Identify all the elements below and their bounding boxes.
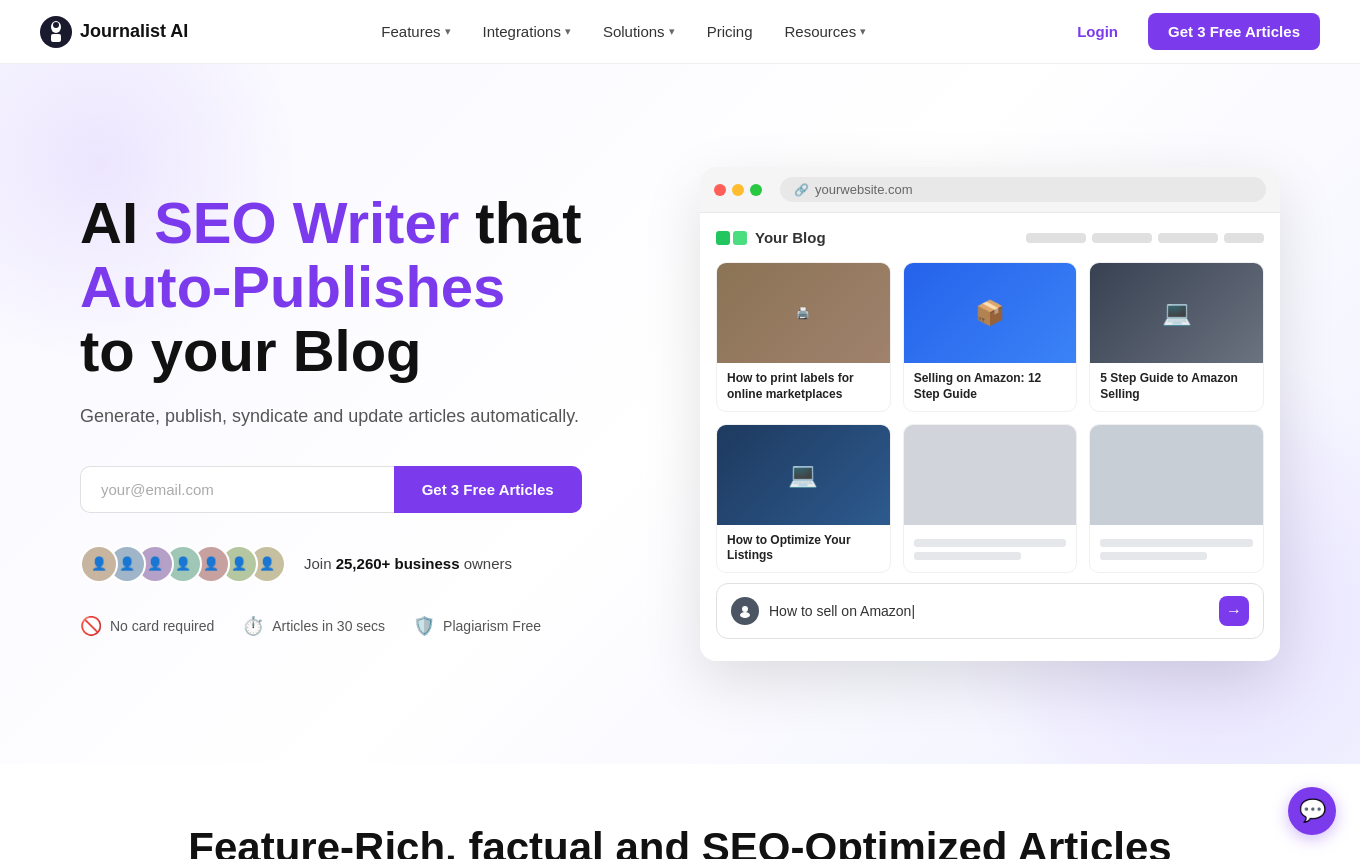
blog-card-image: 💻 xyxy=(1090,263,1263,363)
blog-card-image: 🖨️ xyxy=(717,263,890,363)
avatars: 👤 👤 👤 👤 👤 👤 👤 xyxy=(80,545,276,583)
logo[interactable]: Journalist AI xyxy=(40,16,188,48)
logo-square-2 xyxy=(733,231,747,245)
hero-illustration: 🔗 yourwebsite.com Your Blog xyxy=(700,167,1280,660)
blog-card-image: 💻 xyxy=(717,425,890,525)
nav-item-integrations[interactable]: Integrations ▾ xyxy=(469,15,585,48)
chat-avatar xyxy=(731,597,759,625)
hero-cta-button[interactable]: Get 3 Free Articles xyxy=(394,466,582,513)
badge-articles: ⏱️ Articles in 30 secs xyxy=(242,615,385,637)
browser-chrome: 🔗 yourwebsite.com xyxy=(700,167,1280,213)
chevron-down-icon: ▾ xyxy=(669,25,675,38)
avatar: 👤 xyxy=(80,545,118,583)
blog-card-body xyxy=(904,525,1077,568)
nav-pill xyxy=(1026,233,1086,243)
hero-section: AI SEO Writer that Auto-Publishes to you… xyxy=(0,64,1360,764)
blog-card-placeholder xyxy=(1100,552,1207,560)
svg-point-4 xyxy=(742,606,748,612)
blog-card xyxy=(1089,424,1264,573)
nav-menu: Features ▾ Integrations ▾ Solutions ▾ Pr… xyxy=(367,15,880,48)
no-card-icon: 🚫 xyxy=(80,615,102,637)
trust-badges: 🚫 No card required ⏱️ Articles in 30 sec… xyxy=(80,615,582,637)
chat-bar: How to sell on Amazon| → xyxy=(716,583,1264,639)
minimize-dot xyxy=(732,184,744,196)
social-proof: 👤 👤 👤 👤 👤 👤 👤 Join 25,260+ business owne… xyxy=(80,545,582,583)
navbar-actions: Login Get 3 Free Articles xyxy=(1059,13,1320,50)
blog-card: 💻 5 Step Guide to Amazon Selling xyxy=(1089,262,1264,411)
chevron-down-icon: ▾ xyxy=(565,25,571,38)
blog-card-placeholder xyxy=(914,539,1067,547)
blog-card-body: 5 Step Guide to Amazon Selling xyxy=(1090,363,1263,410)
send-button[interactable]: → xyxy=(1219,596,1249,626)
blog-card-title: Selling on Amazon: 12 Step Guide xyxy=(914,371,1067,402)
blog-card-placeholder xyxy=(914,552,1021,560)
chevron-down-icon: ▾ xyxy=(445,25,451,38)
svg-point-5 xyxy=(740,612,750,618)
blog-card-body xyxy=(1090,525,1263,568)
blog-card-body: How to print labels for online marketpla… xyxy=(717,363,890,410)
hero-subtitle: Generate, publish, syndicate and update … xyxy=(80,403,582,430)
link-icon: 🔗 xyxy=(794,183,809,197)
blog-title: Your Blog xyxy=(755,229,826,246)
logo-square-1 xyxy=(716,231,730,245)
browser-traffic-lights xyxy=(714,184,762,196)
blog-card-body: Selling on Amazon: 12 Step Guide xyxy=(904,363,1077,410)
navbar: Journalist AI Features ▾ Integrations ▾ … xyxy=(0,0,1360,64)
maximize-dot xyxy=(750,184,762,196)
badge-no-card: 🚫 No card required xyxy=(80,615,214,637)
blog-card-image: 📦 xyxy=(904,263,1077,363)
svg-rect-2 xyxy=(51,34,61,42)
browser-mockup: 🔗 yourwebsite.com Your Blog xyxy=(700,167,1280,660)
nav-pill xyxy=(1158,233,1218,243)
blog-nav xyxy=(1026,233,1264,243)
email-input[interactable] xyxy=(80,466,394,513)
section-heading: Feature-Rich, factual and SEO-Optimized … xyxy=(0,764,1360,859)
blog-card-title: How to print labels for online marketpla… xyxy=(727,371,880,402)
blog-card-image xyxy=(1090,425,1263,525)
blog-card-placeholder xyxy=(1100,539,1253,547)
blog-logo xyxy=(716,231,747,245)
badge-plagiarism: 🛡️ Plagiarism Free xyxy=(413,615,541,637)
blog-card-image xyxy=(904,425,1077,525)
close-dot xyxy=(714,184,726,196)
blog-grid: 🖨️ How to print labels for online market… xyxy=(716,262,1264,572)
address-bar: 🔗 yourwebsite.com xyxy=(780,177,1266,202)
svg-point-3 xyxy=(53,22,59,28)
nav-item-solutions[interactable]: Solutions ▾ xyxy=(589,15,689,48)
hero-cta-form: Get 3 Free Articles xyxy=(80,466,582,513)
logo-text: Journalist AI xyxy=(80,21,188,42)
blog-card-body: How to Optimize Your Listings xyxy=(717,525,890,572)
logo-icon xyxy=(40,16,72,48)
blog-card-title: How to Optimize Your Listings xyxy=(727,533,880,564)
blog-card xyxy=(903,424,1078,573)
chevron-down-icon: ▾ xyxy=(860,25,866,38)
blog-card: 🖨️ How to print labels for online market… xyxy=(716,262,891,411)
blog-card: 💻 How to Optimize Your Listings xyxy=(716,424,891,573)
nav-pill xyxy=(1092,233,1152,243)
social-proof-text: Join 25,260+ business owners xyxy=(304,555,512,572)
nav-item-resources[interactable]: Resources ▾ xyxy=(770,15,880,48)
blog-header: Your Blog xyxy=(716,229,1264,246)
clock-icon: ⏱️ xyxy=(242,615,264,637)
nav-pill xyxy=(1224,233,1264,243)
blog-card-title: 5 Step Guide to Amazon Selling xyxy=(1100,371,1253,402)
hero-content: AI SEO Writer that Auto-Publishes to you… xyxy=(80,191,582,636)
browser-body: Your Blog 🖨️ How to print labels for xyxy=(700,213,1280,660)
chat-bubble-button[interactable]: 💬 xyxy=(1288,787,1336,835)
blog-card: 📦 Selling on Amazon: 12 Step Guide xyxy=(903,262,1078,411)
navbar-cta-button[interactable]: Get 3 Free Articles xyxy=(1148,13,1320,50)
nav-item-pricing[interactable]: Pricing xyxy=(693,15,767,48)
hero-title: AI SEO Writer that Auto-Publishes to you… xyxy=(80,191,582,382)
nav-item-features[interactable]: Features ▾ xyxy=(367,15,464,48)
login-button[interactable]: Login xyxy=(1059,15,1136,48)
shield-icon: 🛡️ xyxy=(413,615,435,637)
chat-input[interactable]: How to sell on Amazon| xyxy=(769,603,1209,619)
